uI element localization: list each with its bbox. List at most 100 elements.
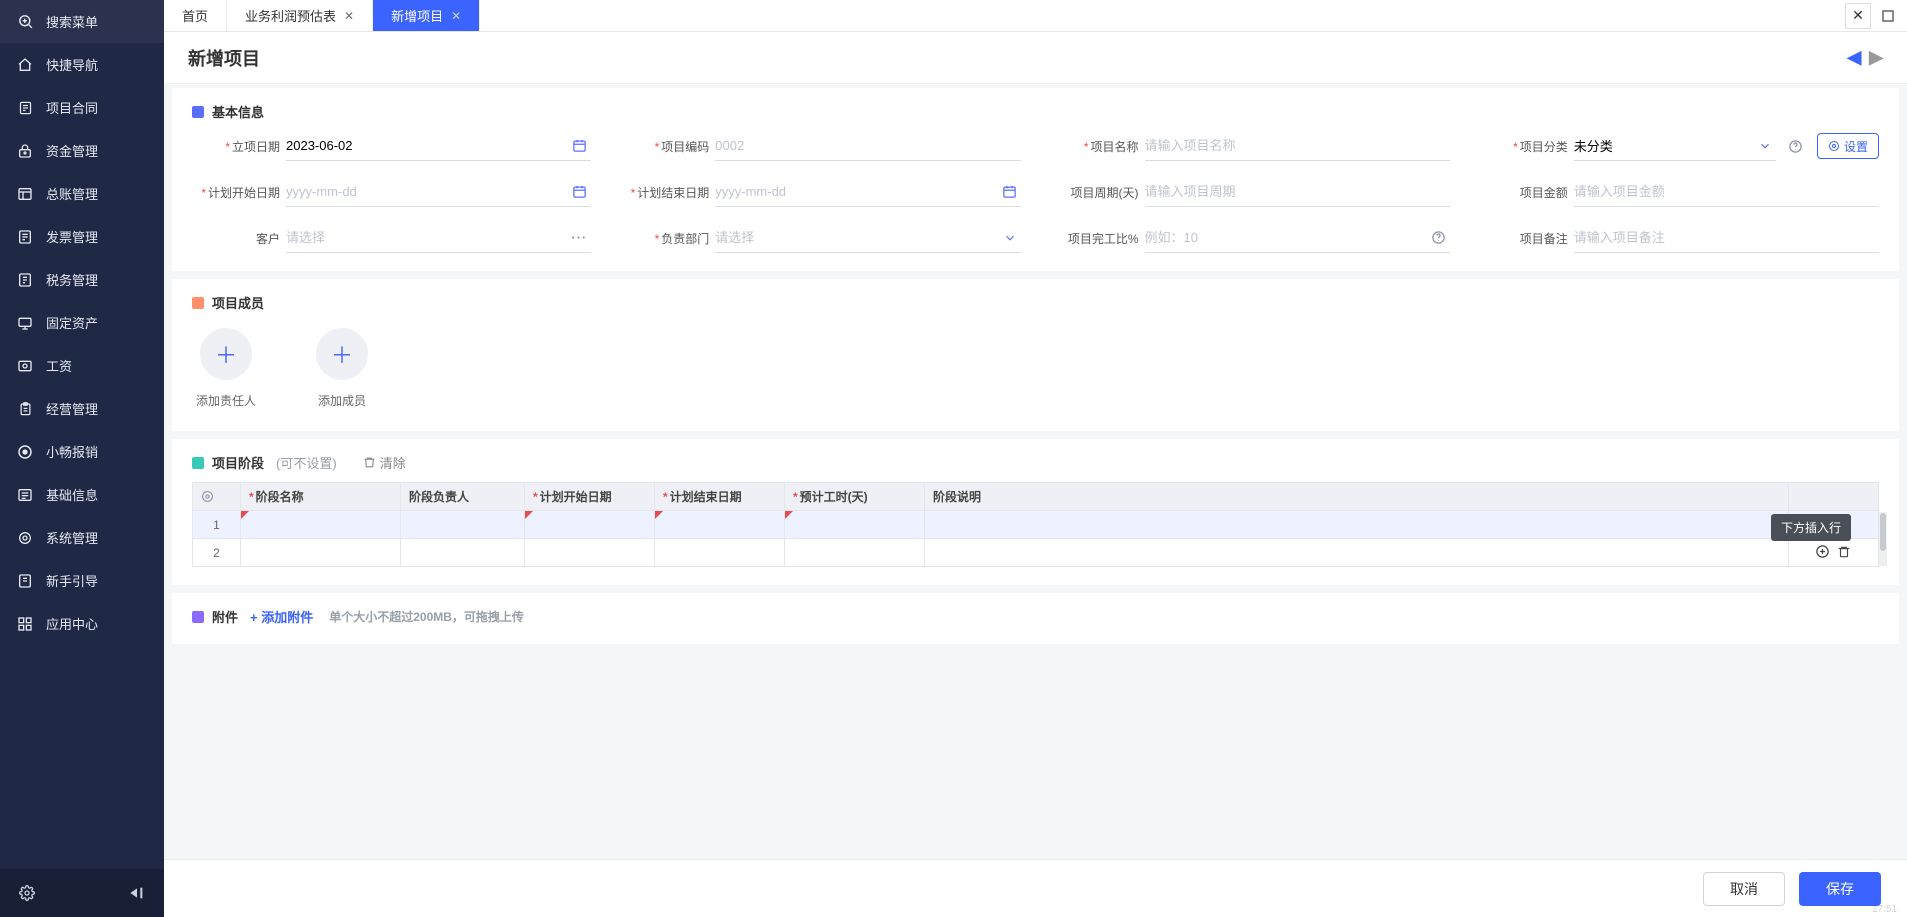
cancel-button[interactable]: 取消 bbox=[1703, 872, 1785, 906]
sidebar-item-13[interactable]: 新手引导 bbox=[0, 559, 164, 602]
sidebar-item-2[interactable]: 项目合同 bbox=[0, 86, 164, 129]
maximize-icon[interactable] bbox=[1875, 3, 1901, 29]
clear-stages-button[interactable]: 清除 bbox=[363, 453, 406, 472]
sidebar-item-7[interactable]: 固定资产 bbox=[0, 301, 164, 344]
table-row[interactable]: 1 bbox=[193, 511, 1879, 539]
sidebar-item-9[interactable]: 经营管理 bbox=[0, 387, 164, 430]
name-input[interactable] bbox=[1145, 138, 1450, 153]
tab-2[interactable]: 新增项目✕ bbox=[373, 0, 480, 31]
sidebar-item-0[interactable]: 搜索菜单 bbox=[0, 0, 164, 43]
cell[interactable] bbox=[785, 511, 925, 539]
amount-input[interactable] bbox=[1574, 184, 1879, 199]
collapse-icon[interactable] bbox=[128, 884, 146, 902]
cycle-input[interactable] bbox=[1145, 184, 1450, 199]
help-icon[interactable] bbox=[1788, 139, 1803, 154]
calendar-icon[interactable] bbox=[572, 184, 587, 199]
close-icon[interactable]: ✕ bbox=[344, 9, 354, 23]
col-0: *阶段名称 bbox=[241, 483, 401, 511]
sidebar-item-12[interactable]: 系统管理 bbox=[0, 516, 164, 559]
sidebar-item-5[interactable]: 发票管理 bbox=[0, 215, 164, 258]
more-icon[interactable]: ··· bbox=[571, 230, 587, 245]
remark-input[interactable] bbox=[1574, 230, 1879, 245]
cell[interactable] bbox=[525, 511, 655, 539]
close-icon[interactable]: ✕ bbox=[451, 9, 461, 23]
plan_end-input[interactable] bbox=[715, 184, 1020, 199]
field-dept: *负责部门 bbox=[621, 223, 1020, 253]
sidebar-item-6[interactable]: 税务管理 bbox=[0, 258, 164, 301]
field-label: 项目完工比% bbox=[1051, 230, 1139, 247]
cell[interactable] bbox=[655, 511, 785, 539]
cell[interactable] bbox=[525, 539, 655, 567]
configure-button[interactable]: 设置 bbox=[1817, 133, 1879, 159]
add-owner-button[interactable]: ＋ 添加责任人 bbox=[196, 328, 256, 409]
cell[interactable] bbox=[925, 539, 1789, 567]
sidebar-item-10[interactable]: 小畅报销 bbox=[0, 430, 164, 473]
section-title: 项目阶段 bbox=[212, 453, 264, 472]
cell[interactable] bbox=[785, 539, 925, 567]
field-control[interactable] bbox=[1574, 131, 1776, 161]
nav-next-icon[interactable]: ▶ bbox=[1869, 47, 1883, 68]
field-control[interactable] bbox=[1574, 177, 1879, 207]
plan_start-input[interactable] bbox=[286, 184, 591, 199]
code-input[interactable] bbox=[715, 138, 1020, 153]
field-label: 项目备注 bbox=[1480, 230, 1568, 247]
field-control[interactable] bbox=[1145, 131, 1450, 161]
calendar-icon[interactable] bbox=[1002, 184, 1017, 199]
field-control[interactable] bbox=[1145, 177, 1450, 207]
chevron-icon[interactable] bbox=[1003, 231, 1017, 245]
cell[interactable] bbox=[241, 511, 401, 539]
sidebar-item-14[interactable]: 应用中心 bbox=[0, 602, 164, 645]
cell[interactable] bbox=[655, 539, 785, 567]
save-button[interactable]: 保存 bbox=[1799, 872, 1881, 906]
section-basic: 基本信息 *立项日期*项目编码*项目名称*项目分类设置*计划开始日期*计划结束日… bbox=[172, 88, 1899, 271]
sidebar-item-4[interactable]: 总账管理 bbox=[0, 172, 164, 215]
category-input[interactable] bbox=[1574, 138, 1776, 153]
row-number: 1 bbox=[193, 511, 241, 539]
table-row[interactable]: 2 bbox=[193, 539, 1879, 567]
field-control[interactable] bbox=[286, 131, 591, 161]
insert-row-icon[interactable] bbox=[1814, 543, 1832, 561]
sidebar-item-label: 资金管理 bbox=[46, 141, 98, 160]
field-control[interactable] bbox=[715, 131, 1020, 161]
close-window-icon[interactable]: ✕ bbox=[1845, 3, 1871, 29]
window-buttons: ✕ bbox=[1845, 0, 1907, 31]
sidebar-item-label: 系统管理 bbox=[46, 528, 98, 547]
customer-input[interactable] bbox=[286, 230, 591, 245]
progress-input[interactable] bbox=[1145, 230, 1450, 245]
field-control[interactable] bbox=[715, 177, 1020, 207]
field-control[interactable] bbox=[715, 223, 1020, 253]
cell[interactable] bbox=[401, 511, 525, 539]
section-stages: 项目阶段 (可不设置) 清除 *阶段名称阶段负责人*计划开始日期*计划结束日期*… bbox=[172, 439, 1899, 585]
tab-0[interactable]: 首页 bbox=[164, 0, 227, 31]
field-control[interactable]: ··· bbox=[286, 223, 591, 253]
dept-input[interactable] bbox=[715, 230, 1020, 245]
field-control[interactable] bbox=[1574, 223, 1879, 253]
cell[interactable] bbox=[241, 539, 401, 567]
add-member-label: 添加成员 bbox=[318, 392, 366, 409]
cell[interactable] bbox=[925, 511, 1789, 539]
insert-row-icon[interactable] bbox=[1814, 515, 1832, 533]
delete-row-icon[interactable] bbox=[1835, 515, 1853, 533]
settings-icon[interactable] bbox=[18, 884, 36, 902]
field-control[interactable] bbox=[286, 177, 591, 207]
add-member-button[interactable]: ＋ 添加成员 bbox=[316, 328, 368, 409]
nav-prev-icon[interactable]: ◀ bbox=[1847, 47, 1861, 68]
calendar-icon[interactable] bbox=[572, 138, 587, 153]
cell[interactable] bbox=[401, 539, 525, 567]
field-control[interactable] bbox=[1145, 223, 1450, 253]
row-ops bbox=[1789, 539, 1879, 567]
table-scrollbar[interactable] bbox=[1879, 512, 1887, 566]
col-2: *计划开始日期 bbox=[525, 483, 655, 511]
chevron-icon[interactable] bbox=[1758, 139, 1772, 153]
sidebar-item-11[interactable]: 基础信息 bbox=[0, 473, 164, 516]
field-label: *立项日期 bbox=[192, 138, 280, 155]
tab-1[interactable]: 业务利润预估表✕ bbox=[227, 0, 373, 31]
date-input[interactable] bbox=[286, 138, 591, 153]
add-attachment-button[interactable]: + 添加附件 bbox=[250, 607, 313, 626]
delete-row-icon[interactable] bbox=[1835, 543, 1853, 561]
sidebar-item-1[interactable]: 快捷导航 bbox=[0, 43, 164, 86]
gear-col-icon[interactable] bbox=[193, 483, 241, 511]
sidebar-item-3[interactable]: 资金管理 bbox=[0, 129, 164, 172]
sidebar-item-8[interactable]: 工资 bbox=[0, 344, 164, 387]
help-icon[interactable] bbox=[1431, 230, 1446, 245]
